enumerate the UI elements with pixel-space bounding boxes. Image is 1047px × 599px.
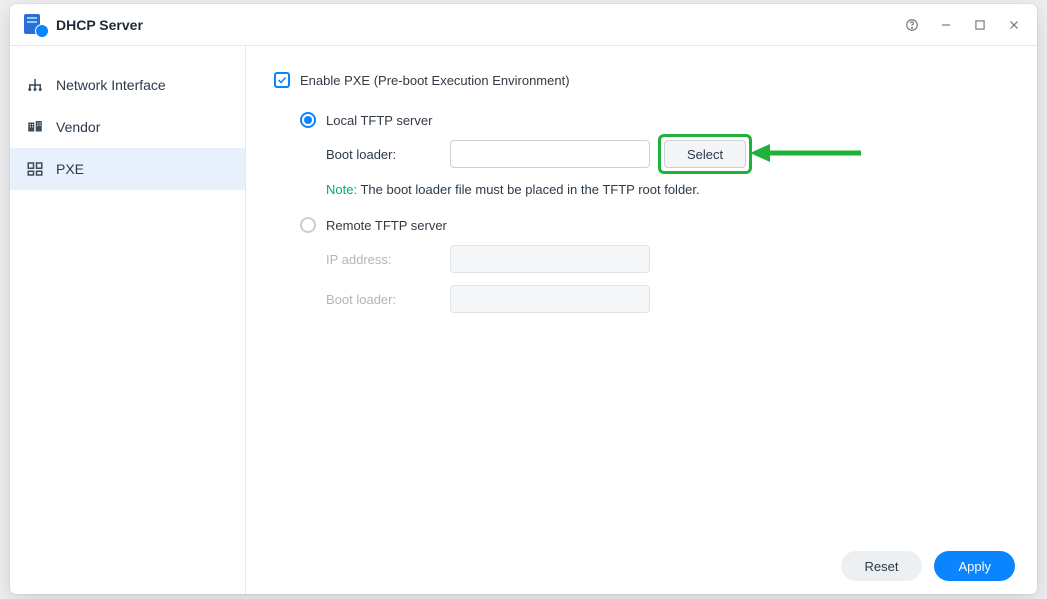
sidebar-item-label: Vendor <box>56 119 100 135</box>
main-panel: Enable PXE (Pre-boot Execution Environme… <box>246 46 1037 594</box>
bootloader-note: Note: The boot loader file must be place… <box>274 174 1009 211</box>
remote-ip-input <box>450 245 650 273</box>
close-icon[interactable] <box>1005 16 1023 34</box>
checkbox-enable-pxe[interactable] <box>274 72 290 88</box>
sidebar-item-vendor[interactable]: Vendor <box>10 106 245 148</box>
enable-pxe-label: Enable PXE (Pre-boot Execution Environme… <box>300 73 570 88</box>
remote-ip-label: IP address: <box>326 252 436 267</box>
minimize-icon[interactable] <box>937 16 955 34</box>
sidebar-item-label: PXE <box>56 161 84 177</box>
select-bootloader-button[interactable]: Select <box>664 140 746 168</box>
sidebar-item-label: Network Interface <box>56 77 166 93</box>
enable-pxe-row[interactable]: Enable PXE (Pre-boot Execution Environme… <box>274 72 1009 88</box>
remote-tftp-label: Remote TFTP server <box>326 218 447 233</box>
local-bootloader-row: Boot loader: Select <box>274 134 1009 174</box>
local-bootloader-label: Boot loader: <box>326 147 436 162</box>
remote-tftp-row[interactable]: Remote TFTP server <box>274 211 1009 239</box>
remote-bootloader-input <box>450 285 650 313</box>
sidebar: Network Interface Vendor PXE <box>10 46 246 594</box>
radio-local-tftp[interactable] <box>300 112 316 128</box>
sidebar-item-pxe[interactable]: PXE <box>10 148 245 190</box>
titlebar: DHCP Server <box>10 4 1037 46</box>
footer: Reset Apply <box>246 538 1037 594</box>
sidebar-item-network-interface[interactable]: Network Interface <box>10 64 245 106</box>
pxe-icon <box>26 160 44 178</box>
radio-remote-tftp[interactable] <box>300 217 316 233</box>
pxe-settings: Enable PXE (Pre-boot Execution Environme… <box>246 46 1037 538</box>
help-icon[interactable] <box>903 16 921 34</box>
remote-bootloader-label: Boot loader: <box>326 292 436 307</box>
remote-ip-row: IP address: <box>274 239 1009 279</box>
remote-bootloader-row: Boot loader: <box>274 279 1009 319</box>
local-bootloader-input[interactable] <box>450 140 650 168</box>
note-text: The boot loader file must be placed in t… <box>360 182 699 197</box>
vendor-icon <box>26 118 44 136</box>
body: Network Interface Vendor PXE <box>10 46 1037 594</box>
local-tftp-label: Local TFTP server <box>326 113 432 128</box>
apply-button[interactable]: Apply <box>934 551 1015 581</box>
window-controls <box>903 16 1023 34</box>
note-label: Note: <box>326 182 357 197</box>
window-title: DHCP Server <box>56 17 143 33</box>
reset-button[interactable]: Reset <box>841 551 923 581</box>
network-icon <box>26 76 44 94</box>
local-tftp-row[interactable]: Local TFTP server <box>274 106 1009 134</box>
maximize-icon[interactable] <box>971 16 989 34</box>
select-button-wrap: Select <box>664 140 746 168</box>
app-icon <box>24 14 46 36</box>
dhcp-window: DHCP Server Network In <box>10 4 1037 594</box>
